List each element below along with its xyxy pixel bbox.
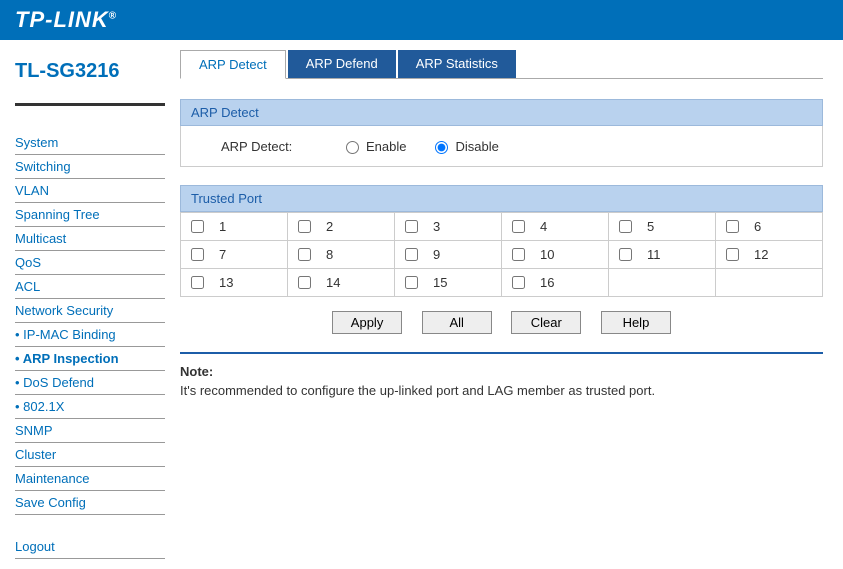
all-button[interactable]: All [422, 311, 492, 334]
divider [180, 352, 823, 354]
nav-item-switching[interactable]: Switching [15, 155, 165, 179]
port-3-label: 3 [433, 219, 440, 234]
trusted-port-panel: Trusted Port 12345678910111213141516 App… [180, 185, 823, 334]
nav-item-cluster[interactable]: Cluster [15, 443, 165, 467]
port-6-label: 6 [754, 219, 761, 234]
port-15-label: 15 [433, 275, 447, 290]
port-16-checkbox[interactable] [512, 276, 525, 289]
app-header: TP-LINK® [0, 0, 843, 40]
disable-option[interactable]: Disable [430, 138, 498, 154]
port-9-checkbox[interactable] [405, 248, 418, 261]
port-1-label: 1 [219, 219, 226, 234]
enable-option[interactable]: Enable [341, 138, 406, 154]
nav-item-arp-inspection[interactable]: ARP Inspection [15, 347, 165, 371]
port-11-checkbox[interactable] [619, 248, 632, 261]
port-2-checkbox[interactable] [298, 220, 311, 233]
disable-label: Disable [455, 139, 498, 154]
nav-item-dos-defend[interactable]: DoS Defend [15, 371, 165, 395]
arp-detect-panel: ARP Detect ARP Detect: Enable Disable [180, 99, 823, 167]
nav-item-spanning-tree[interactable]: Spanning Tree [15, 203, 165, 227]
port-3-checkbox[interactable] [405, 220, 418, 233]
port-14-label: 14 [326, 275, 340, 290]
nav-item-vlan[interactable]: VLAN [15, 179, 165, 203]
port-10-checkbox[interactable] [512, 248, 525, 261]
nav-item-multicast[interactable]: Multicast [15, 227, 165, 251]
nav-item-maintenance[interactable]: Maintenance [15, 467, 165, 491]
note-title: Note: [180, 364, 823, 379]
nav-item-snmp[interactable]: SNMP [15, 419, 165, 443]
main-content: ARP DetectARP DefendARP Statistics ARP D… [180, 40, 843, 569]
nav-item-save-config[interactable]: Save Config [15, 491, 165, 515]
port-2-label: 2 [326, 219, 333, 234]
brand-logo: TP-LINK® [15, 7, 117, 33]
port-8-checkbox[interactable] [298, 248, 311, 261]
model-underline [15, 103, 165, 106]
port-6-checkbox[interactable] [726, 220, 739, 233]
tab-arp-defend[interactable]: ARP Defend [288, 50, 396, 78]
nav-item-system[interactable]: System [15, 131, 165, 155]
apply-button[interactable]: Apply [332, 311, 402, 334]
port-16-label: 16 [540, 275, 554, 290]
trusted-port-header: Trusted Port [180, 185, 823, 212]
tab-arp-detect[interactable]: ARP Detect [180, 50, 286, 79]
port-8-label: 8 [326, 247, 333, 262]
port-table: 12345678910111213141516 [180, 212, 823, 297]
tab-arp-statistics[interactable]: ARP Statistics [398, 50, 516, 78]
port-9-label: 9 [433, 247, 440, 262]
clear-button[interactable]: Clear [511, 311, 581, 334]
port-4-label: 4 [540, 219, 547, 234]
port-4-checkbox[interactable] [512, 220, 525, 233]
nav-item-802-1x[interactable]: 802.1X [15, 395, 165, 419]
port-5-checkbox[interactable] [619, 220, 632, 233]
port-5-label: 5 [647, 219, 654, 234]
port-1-checkbox[interactable] [191, 220, 204, 233]
port-12-checkbox[interactable] [726, 248, 739, 261]
port-13-checkbox[interactable] [191, 276, 204, 289]
model-label: TL-SG3216 [15, 60, 170, 83]
nav-item-qos[interactable]: QoS [15, 251, 165, 275]
nav-item-acl[interactable]: ACL [15, 275, 165, 299]
enable-radio[interactable] [346, 141, 359, 154]
port-13-label: 13 [219, 275, 233, 290]
disable-radio[interactable] [435, 141, 448, 154]
port-10-label: 10 [540, 247, 554, 262]
tab-bar: ARP DetectARP DefendARP Statistics [180, 50, 823, 79]
port-7-label: 7 [219, 247, 226, 262]
port-14-checkbox[interactable] [298, 276, 311, 289]
nav-item-network-security[interactable]: Network Security [15, 299, 165, 323]
arp-detect-header: ARP Detect [180, 99, 823, 126]
enable-label: Enable [366, 139, 406, 154]
port-7-checkbox[interactable] [191, 248, 204, 261]
note-text: It's recommended to configure the up-lin… [180, 383, 823, 398]
arp-detect-field-label: ARP Detect: [201, 139, 341, 154]
port-11-label: 11 [647, 247, 661, 262]
port-15-checkbox[interactable] [405, 276, 418, 289]
sidebar: TL-SG3216 SystemSwitchingVLANSpanning Tr… [0, 40, 180, 569]
help-button[interactable]: Help [601, 311, 671, 334]
port-12-label: 12 [754, 247, 768, 262]
nav-item-ip-mac-binding[interactable]: IP-MAC Binding [15, 323, 165, 347]
